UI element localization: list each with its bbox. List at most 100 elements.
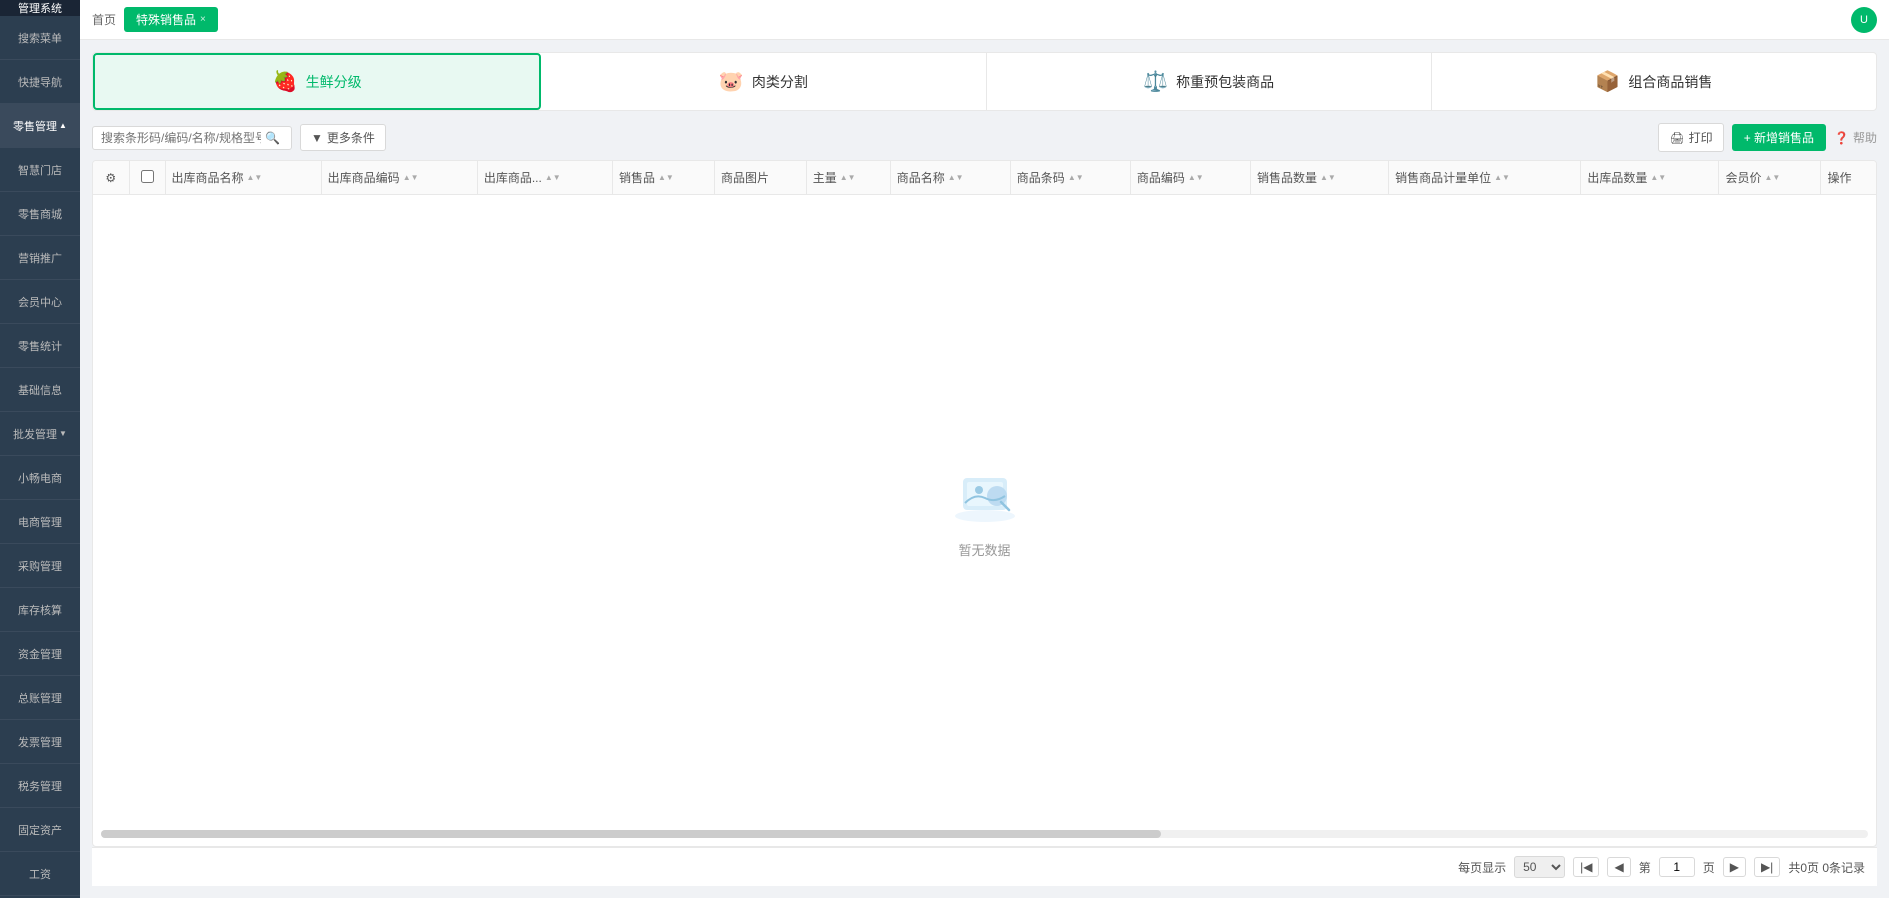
first-page-button[interactable]: |◀ — [1573, 857, 1599, 877]
sidebar-item-fixedasset[interactable]: 固定资产 — [0, 808, 80, 852]
sidebar-item-basicinfo[interactable]: 基础信息 — [0, 368, 80, 412]
search-box: 🔍 — [92, 126, 292, 150]
sidebar-item-tax[interactable]: 税务管理 — [0, 764, 80, 808]
col-memberprice: 会员价 ▲▼ — [1719, 161, 1821, 195]
sort-icon-3[interactable]: ▲▼ — [545, 174, 561, 182]
sidebar-item-miniapp[interactable]: 小畅电商 — [0, 456, 80, 500]
col-outname: 出库商品名称 ▲▼ — [165, 161, 321, 195]
sidebar-item-member[interactable]: 会员中心 — [0, 280, 80, 324]
sidebar-item-finance[interactable]: 资金管理 — [0, 632, 80, 676]
col-memberprice-label: 会员价 — [1725, 169, 1761, 186]
col-image-label: 商品图片 — [721, 171, 769, 185]
sidebar-item-ecom[interactable]: 电商管理 — [0, 500, 80, 544]
sidebar-item-purchase[interactable]: 采购管理 — [0, 544, 80, 588]
filter-icon: ▼ — [311, 131, 323, 145]
help-button[interactable]: ❓ 帮助 — [1834, 129, 1877, 146]
sidebar-item-search[interactable]: 搜索菜单 — [0, 16, 80, 60]
sidebar-item-invoice[interactable]: 发票管理 — [0, 720, 80, 764]
sidebar-item-salary[interactable]: 工资 — [0, 852, 80, 896]
main-area: 首页 特殊销售品 × U 🍓 生鲜分级 🐷 肉类分割 ⚖️ 称重预包装商品 — [80, 0, 1889, 898]
col-checkbox[interactable] — [129, 161, 165, 195]
filter-label: 更多条件 — [327, 129, 375, 146]
col-outsku-label: 出库商品... — [484, 169, 542, 186]
sort-icon-6[interactable]: ▲▼ — [948, 174, 964, 182]
col-salesqty-label: 销售品数量 — [1257, 169, 1317, 186]
home-breadcrumb[interactable]: 首页 — [92, 11, 116, 28]
page-size-text: 每页显示 — [1458, 859, 1506, 876]
sidebar-item-retail[interactable]: 零售管理 ▲ — [0, 104, 80, 148]
prev-page-button[interactable]: ◀ — [1607, 857, 1630, 877]
search-input[interactable] — [101, 131, 261, 145]
col-image: 商品图片 — [714, 161, 806, 195]
col-barcode: 商品条码 ▲▼ — [1010, 161, 1130, 195]
user-avatar[interactable]: U — [1851, 7, 1877, 33]
sort-icon-9[interactable]: ▲▼ — [1320, 174, 1336, 182]
horizontal-scrollbar[interactable] — [93, 822, 1876, 846]
tab-weight[interactable]: ⚖️ 称重预包装商品 — [987, 53, 1432, 110]
next-page-button[interactable]: ▶ — [1723, 857, 1746, 877]
sort-icon[interactable]: ▲▼ — [247, 174, 263, 182]
sort-icon-4[interactable]: ▲▼ — [658, 174, 674, 182]
tab-meat[interactable]: 🐷 肉类分割 — [541, 53, 986, 110]
col-outcode-label: 出库商品编码 — [328, 169, 400, 186]
tab-fresh[interactable]: 🍓 生鲜分级 — [93, 53, 541, 110]
sidebar-item-inventory[interactable]: 库存核算 — [0, 588, 80, 632]
current-page-input[interactable] — [1659, 857, 1695, 877]
basicinfo-label: 基础信息 — [18, 382, 62, 398]
ecom-label: 电商管理 — [18, 514, 62, 530]
sort-icon-12[interactable]: ▲▼ — [1764, 174, 1780, 182]
page-label: 第 — [1639, 859, 1651, 876]
meat-label: 肉类分割 — [752, 72, 808, 92]
retail-arrow-icon: ▲ — [59, 121, 67, 130]
col-outsku: 出库商品... ▲▼ — [477, 161, 612, 195]
wholesale-arrow-icon: ▼ — [59, 429, 67, 438]
data-table-container: ⚙ 出库商品名称 ▲▼ 出库 — [92, 160, 1877, 847]
col-action-label: 操作 — [1827, 171, 1851, 185]
topbar-right: U — [1851, 7, 1877, 33]
sort-icon-2[interactable]: ▲▼ — [403, 174, 419, 182]
sidebar-item-smartshop[interactable]: 智慧门店 — [0, 148, 80, 192]
fixedasset-label: 固定资产 — [18, 822, 62, 838]
print-label: 打印 — [1689, 129, 1713, 146]
sidebar-item-quick[interactable]: 快捷导航 — [0, 60, 80, 104]
col-mainunit-label: 主量 — [813, 169, 837, 186]
sort-icon-8[interactable]: ▲▼ — [1188, 174, 1204, 182]
sort-icon-11[interactable]: ▲▼ — [1650, 174, 1666, 182]
sidebar-item-retailmall[interactable]: 零售商城 — [0, 192, 80, 236]
sidebar-item-totalstat[interactable]: 总账管理 — [0, 676, 80, 720]
sort-icon-10[interactable]: ▲▼ — [1494, 174, 1510, 182]
col-action: 操作 — [1821, 161, 1876, 195]
last-page-button[interactable]: ▶| — [1754, 857, 1780, 877]
active-tab[interactable]: 特殊销售品 × — [124, 7, 218, 32]
col-goodscode-label: 商品编码 — [1137, 169, 1185, 186]
close-tab-icon[interactable]: × — [200, 14, 206, 25]
print-button[interactable]: 🖨 打印 — [1658, 123, 1723, 152]
combo-label: 组合商品销售 — [1628, 72, 1712, 92]
inventory-label: 库存核算 — [18, 602, 62, 618]
select-all-checkbox[interactable] — [141, 170, 154, 183]
search-icon[interactable]: 🔍 — [265, 131, 280, 145]
col-salesunit-label: 销售商品计量单位 — [1395, 169, 1491, 186]
sort-icon-7[interactable]: ▲▼ — [1068, 174, 1084, 182]
finance-label: 资金管理 — [18, 646, 62, 662]
tab-cards-row: 🍓 生鲜分级 🐷 肉类分割 ⚖️ 称重预包装商品 📦 组合商品销售 — [92, 52, 1877, 111]
col-salesprod-label: 销售品 — [619, 169, 655, 186]
col-outqty-label: 出库品数量 — [1587, 169, 1647, 186]
print-icon: 🖨 — [1669, 131, 1684, 145]
sidebar-item-wholesale[interactable]: 批发管理 ▼ — [0, 412, 80, 456]
col-outname-label: 出库商品名称 — [172, 169, 244, 186]
settings-col-icon: ⚙ — [105, 171, 116, 185]
filter-button[interactable]: ▼ 更多条件 — [300, 124, 386, 151]
col-settings[interactable]: ⚙ — [93, 161, 129, 195]
empty-illustration — [945, 458, 1025, 528]
page-size-select[interactable]: 50 10 20 100 — [1514, 856, 1565, 878]
add-button-label: + 新增销售品 — [1744, 129, 1814, 146]
tab-combo[interactable]: 📦 组合商品销售 — [1432, 53, 1876, 110]
sort-icon-5[interactable]: ▲▼ — [840, 174, 856, 182]
sidebar-item-retailstat[interactable]: 零售统计 — [0, 324, 80, 368]
total-text: 共0页 0条记录 — [1788, 859, 1865, 876]
page-content: 🍓 生鲜分级 🐷 肉类分割 ⚖️ 称重预包装商品 📦 组合商品销售 🔍 — [80, 40, 1889, 898]
add-button[interactable]: + 新增销售品 — [1732, 124, 1826, 151]
member-label: 会员中心 — [18, 294, 62, 310]
sidebar-item-marketing[interactable]: 营销推广 — [0, 236, 80, 280]
